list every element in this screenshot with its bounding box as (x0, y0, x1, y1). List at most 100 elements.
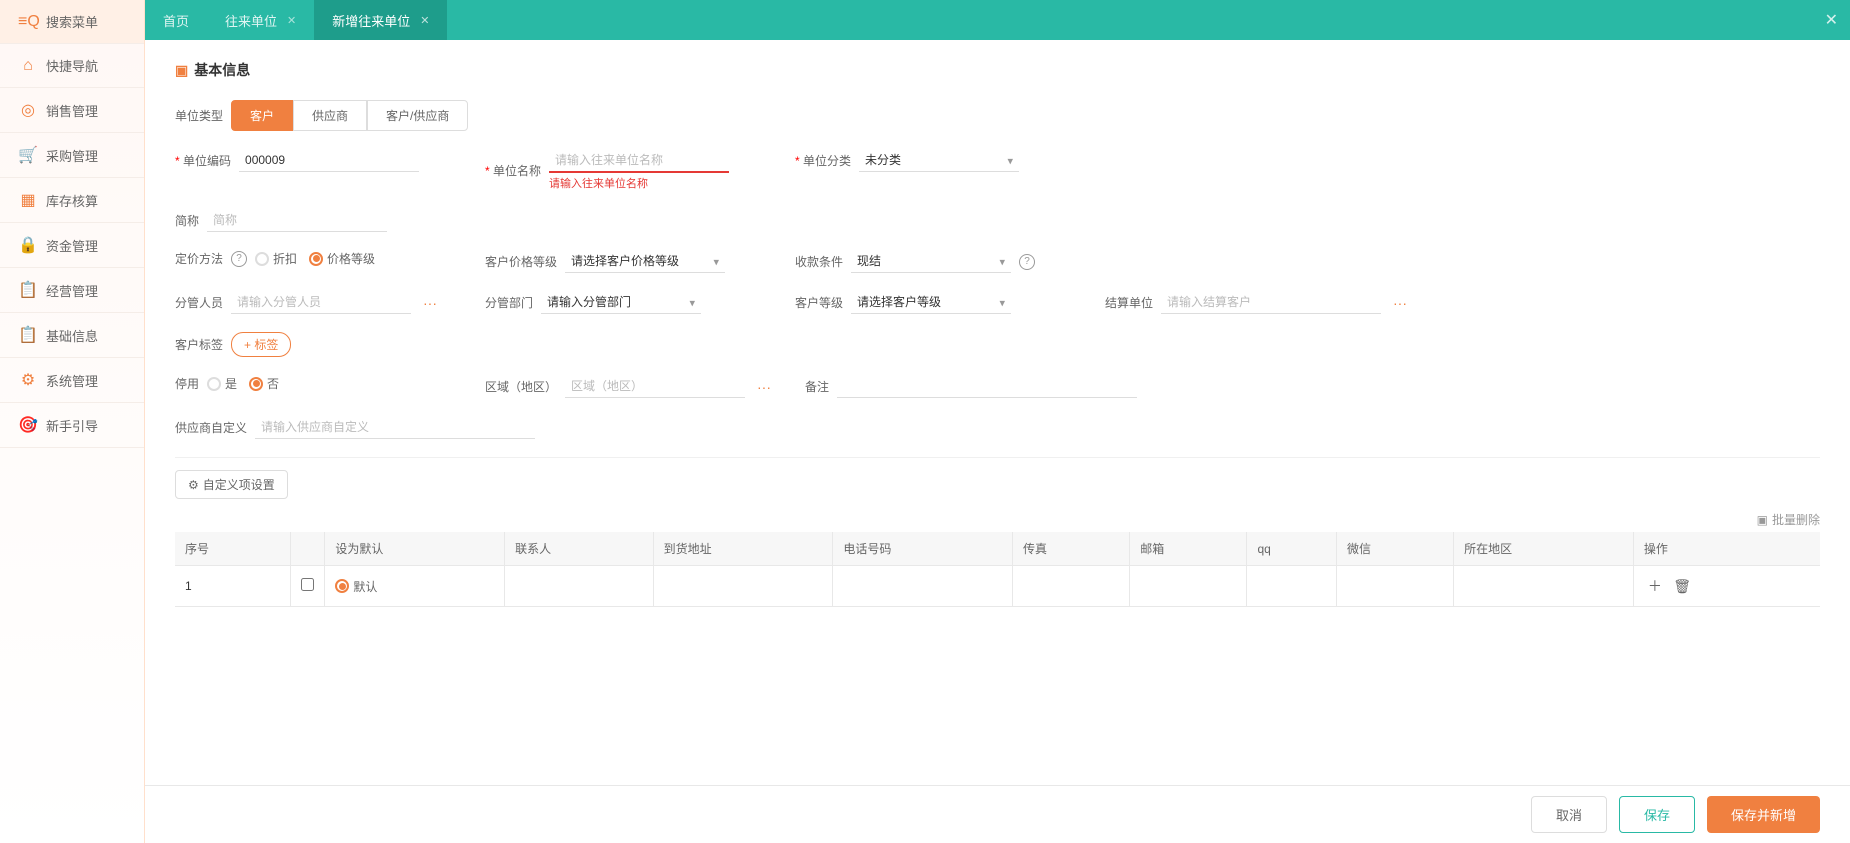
sidebar-item-finance[interactable]: 🔒 资金管理 (0, 223, 144, 268)
sales-icon: ◎ (18, 100, 38, 120)
sidebar-item-guide[interactable]: 🎯 新手引导 (0, 403, 144, 448)
sidebar-item-inventory[interactable]: ▦ 库存核算 (0, 178, 144, 223)
unit-category-label: 单位分类 (795, 152, 851, 169)
guide-icon: 🎯 (18, 415, 38, 435)
disabled-label: 停用 (175, 375, 199, 392)
customer-level-select[interactable]: 请选择客户等级 (851, 291, 1011, 314)
sidebar-item-label: 采购管理 (46, 146, 98, 165)
customer-level-select-wrap: 请选择客户等级 (851, 291, 1011, 314)
col-phone: 电话号码 (833, 532, 1013, 566)
add-tag-btn[interactable]: + 标签 (231, 332, 291, 357)
row-delete-btn[interactable]: 🗑 (1669, 576, 1695, 597)
supplier-custom-input[interactable] (255, 416, 535, 439)
row-qq (1247, 566, 1336, 607)
department-select[interactable]: 请输入分管部门 (541, 291, 701, 314)
tab-home-label: 首页 (163, 11, 189, 30)
region-input[interactable] (565, 375, 745, 398)
row-phone (833, 566, 1013, 607)
operation-icon: 📋 (18, 280, 38, 300)
row-add-btn[interactable]: ＋ (1644, 574, 1666, 598)
tab-new-partner-close[interactable]: ✕ (420, 14, 429, 27)
section-title: ▣ 基本信息 (175, 60, 1820, 80)
payment-terms-label: 收款条件 (795, 253, 843, 270)
unit-type-supplier-btn[interactable]: 供应商 (293, 100, 367, 131)
basic-info-icon: 📋 (18, 325, 38, 345)
row-checkbox[interactable] (301, 578, 314, 591)
sidebar-item-system[interactable]: ⚙ 系统管理 (0, 358, 144, 403)
disabled-yes-option[interactable]: 是 (207, 375, 237, 392)
save-button[interactable]: 保存 (1619, 796, 1695, 833)
customer-price-level-select[interactable]: 请选择客户价格等级 (565, 250, 725, 273)
disabled-row: 停用 是 否 区域（地区） ··· 备注 (175, 375, 1820, 398)
row-default: 默认 (325, 566, 505, 607)
row-default-radio (335, 579, 349, 593)
unit-name-input[interactable] (549, 149, 729, 173)
settlement-unit-input[interactable] (1161, 291, 1381, 314)
customer-price-level-label: 客户价格等级 (485, 253, 557, 270)
manager-input[interactable] (231, 291, 411, 314)
customer-price-level-select-wrap: 请选择客户价格等级 (565, 250, 725, 273)
unit-category-select[interactable]: 未分类 (859, 149, 1019, 172)
pricing-level-option[interactable]: 价格等级 (309, 250, 375, 267)
customer-tags-label: 客户标签 (175, 336, 223, 353)
customer-price-level-field: 客户价格等级 请选择客户价格等级 (485, 250, 765, 273)
tab-partners[interactable]: 往来单位 ✕ (207, 0, 314, 40)
unit-code-input[interactable] (239, 149, 419, 172)
abbreviation-input[interactable] (207, 209, 387, 232)
pricing-discount-option[interactable]: 折扣 (255, 250, 297, 267)
customer-level-label: 客户等级 (795, 294, 843, 311)
system-icon: ⚙ (18, 370, 38, 390)
section-title-text: 基本信息 (194, 60, 250, 80)
finance-icon: 🔒 (18, 235, 38, 255)
row-default-radio-option[interactable]: 默认 (335, 578, 494, 595)
custom-settings-btn[interactable]: ⚙ 自定义项设置 (175, 470, 288, 499)
payment-terms-select[interactable]: 现结 (851, 250, 1011, 273)
settlement-unit-label: 结算单位 (1105, 294, 1153, 311)
settlement-unit-more-btn[interactable]: ··· (1389, 295, 1411, 311)
disabled-yes-label: 是 (225, 375, 237, 392)
tab-partners-close[interactable]: ✕ (287, 14, 296, 27)
form-content: ▣ 基本信息 单位类型 客户 供应商 客户/供应商 单位编码 单位名称 (145, 40, 1850, 785)
disabled-radio-group: 是 否 (207, 375, 279, 392)
sidebar-item-search[interactable]: ≡Q 搜索菜单 (0, 0, 144, 44)
inventory-icon: ▦ (18, 190, 38, 210)
pricing-help-icon[interactable]: ? (231, 251, 247, 267)
sidebar-item-quick-nav[interactable]: ⌂ 快捷导航 (0, 44, 144, 88)
manager-more-btn[interactable]: ··· (419, 295, 441, 311)
disabled-no-option[interactable]: 否 (249, 375, 279, 392)
tab-home[interactable]: 首页 (145, 0, 207, 40)
region-field: 区域（地区） ··· (485, 375, 775, 398)
unit-name-error-msg: 请输入往来单位名称 (549, 175, 729, 191)
sidebar-item-operation[interactable]: 📋 经营管理 (0, 268, 144, 313)
col-wechat: 微信 (1336, 532, 1453, 566)
unit-type-customer-btn[interactable]: 客户 (231, 100, 293, 131)
unit-code-label: 单位编码 (175, 152, 231, 169)
manager-row: 分管人员 ··· 分管部门 请输入分管部门 客户等级 请选择客户等级 (175, 291, 1820, 314)
sidebar-item-label: 系统管理 (46, 371, 98, 390)
code-name-category-row: 单位编码 单位名称 请输入往来单位名称 单位分类 未分类 (175, 149, 1820, 191)
cancel-button[interactable]: 取消 (1531, 796, 1607, 833)
col-default: 设为默认 (325, 532, 505, 566)
close-all-tabs[interactable]: ✕ (1813, 0, 1850, 40)
batch-delete-btn[interactable]: ▣ 批量删除 (1757, 511, 1820, 528)
sidebar-item-label: 资金管理 (46, 236, 98, 255)
tab-new-partner[interactable]: 新增往来单位 ✕ (314, 0, 447, 40)
sidebar-item-sales[interactable]: ◎ 销售管理 (0, 88, 144, 133)
custom-settings-icon: ⚙ (188, 478, 199, 492)
sidebar-item-purchase[interactable]: 🛒 采购管理 (0, 133, 144, 178)
department-select-wrap: 请输入分管部门 (541, 291, 701, 314)
save-and-new-button[interactable]: 保存并新增 (1707, 796, 1820, 833)
unit-type-both-btn[interactable]: 客户/供应商 (367, 100, 468, 131)
unit-name-label: 单位名称 (485, 162, 541, 179)
remarks-input[interactable] (837, 375, 1137, 398)
region-more-btn[interactable]: ··· (753, 379, 775, 395)
sidebar-item-basic-info[interactable]: 📋 基础信息 (0, 313, 144, 358)
batch-delete-icon: ▣ (1757, 513, 1768, 527)
payment-terms-select-wrap: 现结 (851, 250, 1011, 273)
disabled-no-radio (249, 377, 263, 391)
section-divider (175, 457, 1820, 458)
payment-terms-help-icon[interactable]: ? (1019, 254, 1035, 270)
region-label: 区域（地区） (485, 378, 557, 395)
bottom-bar: 取消 保存 保存并新增 (145, 785, 1850, 843)
unit-type-field: 单位类型 客户 供应商 客户/供应商 (175, 100, 468, 131)
